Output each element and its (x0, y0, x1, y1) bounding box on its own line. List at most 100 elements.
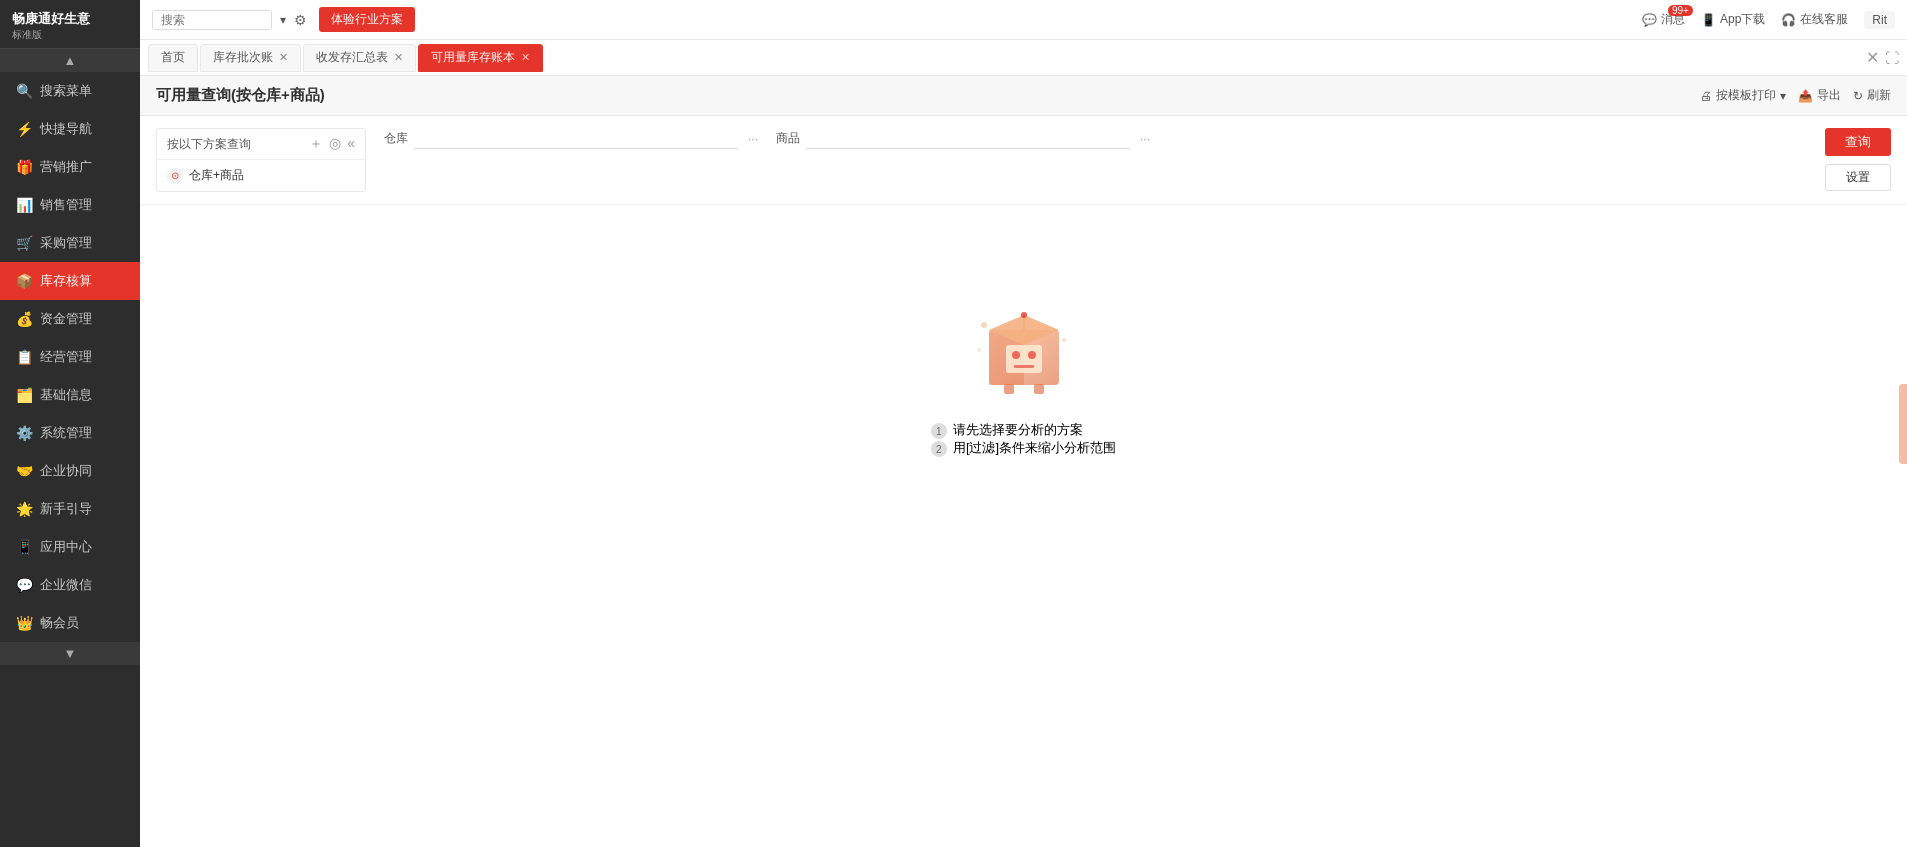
tip-1-text: 请先选择要分析的方案 (953, 421, 1083, 439)
sidebar-label-newbie: 新手引导 (40, 500, 92, 518)
product-input[interactable] (806, 128, 1130, 149)
scheme-panel: 按以下方案查询 ＋ ◎ « ⊙仓库+商品 (156, 128, 366, 192)
sidebar-item-wechat[interactable]: 💬企业微信 (0, 566, 140, 604)
tabs-container: 首页库存批次账 ✕ 收发存汇总表 ✕ 可用量库存账本 ✕ (148, 44, 543, 72)
sidebar-label-enterprise: 企业协同 (40, 462, 92, 480)
sidebar-logo-title: 畅康通好生意 (12, 10, 128, 28)
sidebar-label-finance: 资金管理 (40, 310, 92, 328)
tab-close-batch[interactable]: ✕ (279, 51, 288, 64)
sidebar-item-shortcut[interactable]: ⚡快捷导航 (0, 110, 140, 148)
sidebar-logo-sub: 标准版 (12, 28, 128, 42)
settings-icon[interactable]: ⚙ (294, 12, 307, 28)
sidebar-scroll-up[interactable]: ▲ (0, 49, 140, 72)
print-dropdown-icon: ▾ (1780, 89, 1786, 103)
sidebar-icon-purchase: 🛒 (16, 235, 32, 251)
print-button[interactable]: 🖨 按模板打印 ▾ (1700, 87, 1786, 104)
sidebar-scroll-down[interactable]: ▼ (0, 642, 140, 665)
sidebar-icon-appcenter: 📱 (16, 539, 32, 555)
sidebar-item-member[interactable]: 👑畅会员 (0, 604, 140, 642)
tab-label-batch: 库存批次账 (213, 49, 273, 66)
sidebar-items: 🔍搜索菜单⚡快捷导航🎁营销推广📊销售管理🛒采购管理📦库存核算💰资金管理📋经营管理… (0, 72, 140, 642)
tab-home[interactable]: 首页 (148, 44, 198, 72)
query-button[interactable]: 查询 (1825, 128, 1891, 156)
tab-available[interactable]: 可用量库存账本 ✕ (418, 44, 543, 72)
sidebar-icon-enterprise: 🤝 (16, 463, 32, 479)
sidebar-item-inventory[interactable]: 📦库存核算 (0, 262, 140, 300)
filter-row-1: 仓库 ··· 商品 ··· (378, 128, 1813, 149)
sidebar-item-sales[interactable]: 📊销售管理 (0, 186, 140, 224)
message-badge: 99+ (1668, 5, 1693, 16)
tab-close-available[interactable]: ✕ (521, 51, 530, 64)
sidebar: 畅康通好生意 标准版 ▲ 🔍搜索菜单⚡快捷导航🎁营销推广📊销售管理🛒采购管理📦库… (0, 0, 140, 847)
svg-rect-9 (1004, 384, 1014, 394)
sidebar-icon-inventory: 📦 (16, 273, 32, 289)
svg-rect-10 (1034, 384, 1044, 394)
sidebar-logo: 畅康通好生意 标准版 (0, 0, 140, 49)
export-button[interactable]: 📤 导出 (1798, 87, 1841, 104)
settings-scheme-button[interactable]: ◎ (329, 135, 341, 153)
sidebar-item-basic[interactable]: 🗂️基础信息 (0, 376, 140, 414)
topbar-right: 💬 消息 99+ 📱 App下载 🎧 在线客服 Rit (1642, 11, 1895, 29)
svg-point-4 (1012, 351, 1020, 359)
online-service-button[interactable]: 🎧 在线客服 (1781, 11, 1848, 28)
tip-2-num: 2 (931, 441, 947, 457)
export-label: 导出 (1817, 87, 1841, 104)
warehouse-input[interactable] (414, 128, 738, 149)
sidebar-item-marketing-promo[interactable]: 🎁营销推广 (0, 148, 140, 186)
svg-rect-6 (1014, 365, 1034, 368)
tab-label-summary: 收发存汇总表 (316, 49, 388, 66)
scheme-label-warehouse-product: 仓库+商品 (189, 167, 244, 184)
tab-label-available: 可用量库存账本 (431, 49, 515, 66)
filter-action-area: 仓库 ··· 商品 ··· 查询 设置 (378, 128, 1891, 191)
add-scheme-button[interactable]: ＋ (309, 135, 323, 153)
sidebar-item-purchase[interactable]: 🛒采购管理 (0, 224, 140, 262)
message-button[interactable]: 💬 消息 99+ (1642, 11, 1685, 28)
app-download-button[interactable]: 📱 App下载 (1701, 11, 1765, 28)
tip-2-text: 用[过滤]条件来缩小分析范围 (953, 439, 1116, 457)
scheme-icon-warehouse-product: ⊙ (167, 168, 183, 184)
scheme-items: ⊙ 仓库+商品 (157, 160, 365, 191)
svg-point-13 (977, 348, 981, 352)
search-input[interactable] (152, 10, 272, 30)
svg-point-11 (981, 322, 987, 328)
tip-2: 2 用[过滤]条件来缩小分析范围 (931, 439, 1116, 457)
user-menu[interactable]: Rit (1864, 11, 1895, 29)
close-all-tabs-button[interactable]: ✕ (1866, 48, 1879, 67)
tip-1: 1 请先选择要分析的方案 (931, 421, 1116, 439)
sidebar-item-operation[interactable]: 📋经营管理 (0, 338, 140, 376)
warehouse-more-icon[interactable]: ··· (748, 132, 758, 146)
sidebar-item-search[interactable]: 🔍搜索菜单 (0, 72, 140, 110)
scheme-actions: ＋ ◎ « (309, 135, 355, 153)
warehouse-label: 仓库 (378, 130, 408, 147)
sidebar-label-operation: 经营管理 (40, 348, 92, 366)
tab-summary[interactable]: 收发存汇总表 ✕ (303, 44, 416, 72)
tab-close-summary[interactable]: ✕ (394, 51, 403, 64)
page-content: 可用量查询(按仓库+商品) 🖨 按模板打印 ▾ 📤 导出 ↻ 刷新 (140, 76, 1907, 847)
filter-area: 仓库 ··· 商品 ··· (378, 128, 1813, 149)
sidebar-icon-wechat: 💬 (16, 577, 32, 593)
sidebar-item-newbie[interactable]: 🌟 新手引导 (0, 490, 140, 528)
sidebar-icon-member: 👑 (16, 615, 32, 631)
product-more-icon[interactable]: ··· (1140, 132, 1150, 146)
scheme-item-warehouse-product[interactable]: ⊙ 仓库+商品 (157, 160, 365, 191)
page-header: 可用量查询(按仓库+商品) 🖨 按模板打印 ▾ 📤 导出 ↻ 刷新 (140, 76, 1907, 116)
expand-tabs-button[interactable]: ⛶ (1885, 50, 1899, 66)
sidebar-item-enterprise[interactable]: 🤝 企业协同 (0, 452, 140, 490)
solution-button[interactable]: 体验行业方案 (319, 7, 415, 32)
right-scrollbar[interactable] (1899, 384, 1907, 464)
tabs-bar: 首页库存批次账 ✕ 收发存汇总表 ✕ 可用量库存账本 ✕ ✕ ⛶ (140, 40, 1907, 76)
sidebar-item-appcenter[interactable]: 📱应用中心 (0, 528, 140, 566)
dropdown-button[interactable]: ▾ (280, 13, 286, 27)
print-icon: 🖨 (1700, 89, 1712, 103)
collapse-scheme-button[interactable]: « (347, 135, 355, 153)
sidebar-icon-search: 🔍 (16, 83, 32, 99)
tab-batch[interactable]: 库存批次账 ✕ (200, 44, 301, 72)
empty-state: 1 请先选择要分析的方案 2 用[过滤]条件来缩小分析范围 (140, 205, 1907, 537)
sidebar-icon-basic: 🗂️ (16, 387, 32, 403)
sidebar-item-finance[interactable]: 💰资金管理 (0, 300, 140, 338)
settings-button[interactable]: 设置 (1825, 164, 1891, 191)
refresh-button[interactable]: ↻ 刷新 (1853, 87, 1891, 104)
sidebar-nav: ▲ 🔍搜索菜单⚡快捷导航🎁营销推广📊销售管理🛒采购管理📦库存核算💰资金管理📋经营… (0, 49, 140, 847)
sidebar-item-system[interactable]: ⚙️系统管理 (0, 414, 140, 452)
sidebar-icon-newbie: 🌟 (16, 501, 32, 517)
